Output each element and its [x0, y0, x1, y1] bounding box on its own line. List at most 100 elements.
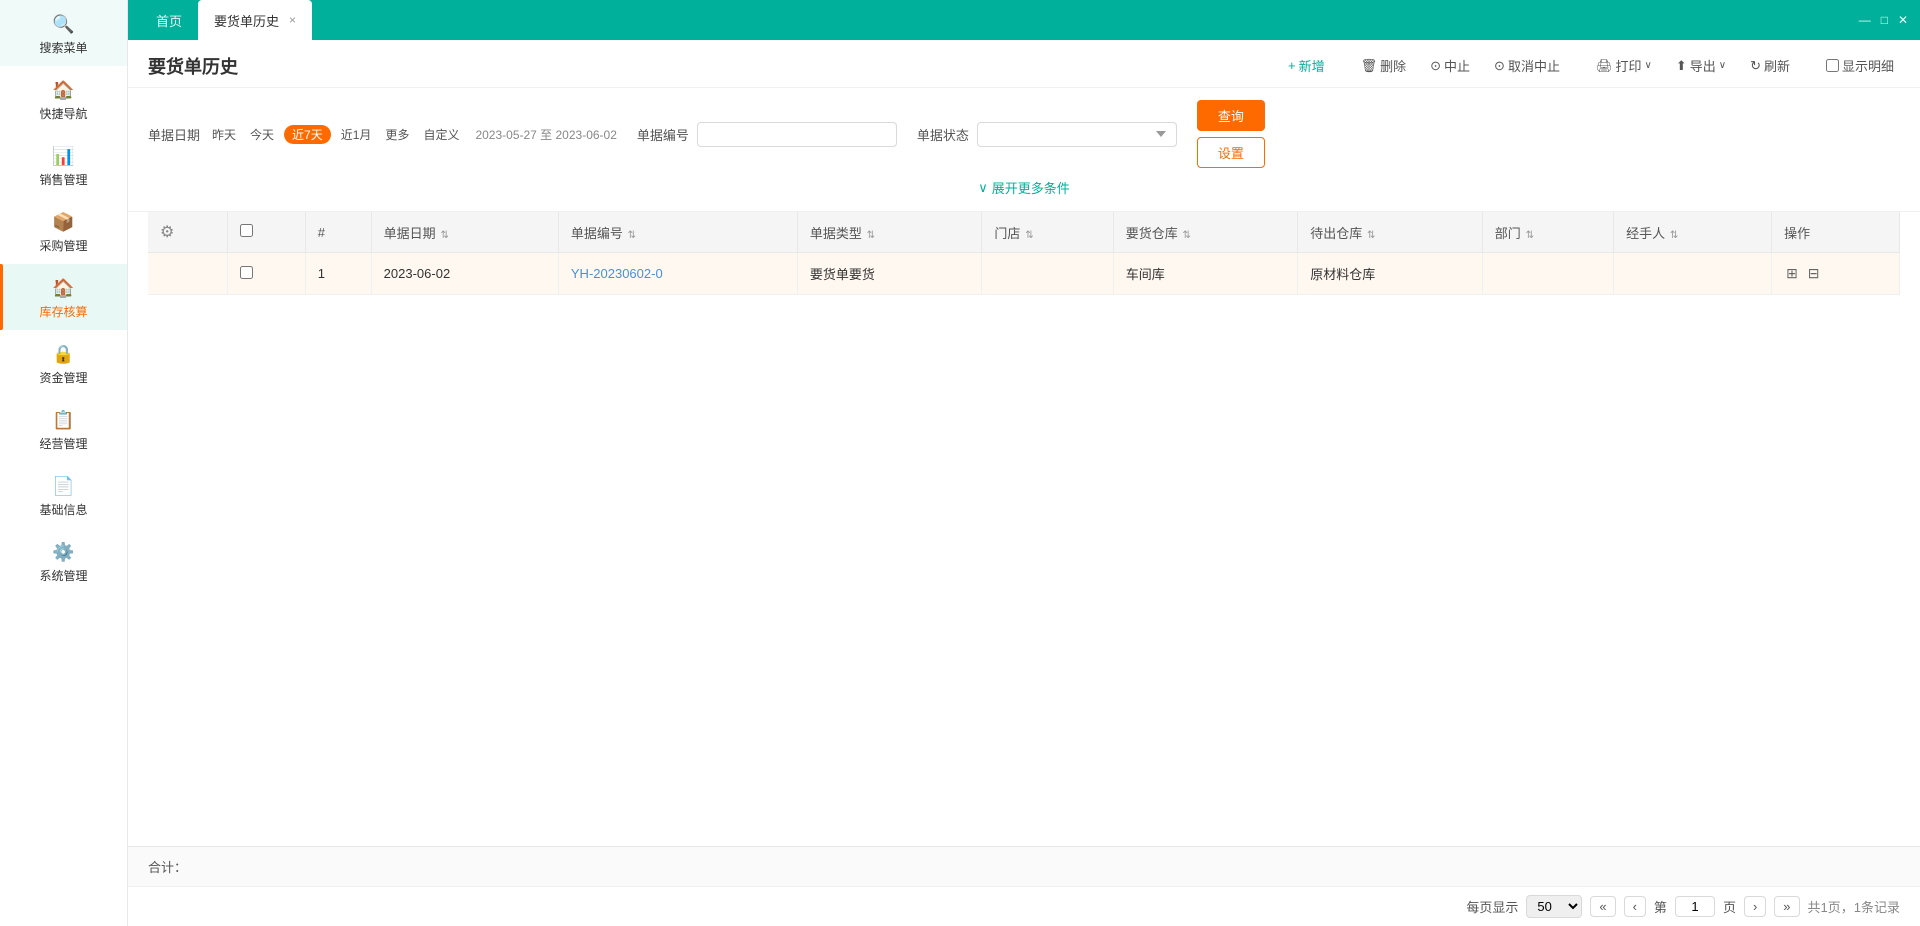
data-table: ⚙ #单据日期 ⇅单据编号 ⇅单据类型 ⇅门店 ⇅要货仓库 ⇅待出仓库 ⇅部门 ⇅… [148, 212, 1900, 295]
action-label-export: 导出 [1690, 56, 1716, 75]
action-label-print: 打印 [1615, 56, 1641, 75]
col-header-department[interactable]: 部门 ⇅ [1482, 212, 1613, 253]
action-btn-delete[interactable]: 🗑删除 [1355, 52, 1413, 79]
view-btn[interactable]: ⊞ [1784, 263, 1800, 284]
sales-icon: 📊 [52, 146, 74, 167]
quick-nav-icon: 🏠 [52, 80, 74, 101]
sidebar-item-finance[interactable]: 🔒 资金管理 [0, 330, 127, 396]
total-info: 共1页，1条记录 [1808, 897, 1900, 916]
last-page-btn[interactable]: » [1774, 896, 1799, 917]
date-btn-更多[interactable]: 更多 [381, 125, 413, 144]
setting-button[interactable]: 设置 [1197, 137, 1265, 168]
page-size-select[interactable]: 2050100200 [1526, 895, 1582, 918]
select-all-checkbox[interactable] [240, 224, 253, 237]
action-btn-cancel-stop[interactable]: ⊙取消中止 [1488, 52, 1566, 79]
search-menu-icon: 🔍 [52, 14, 74, 35]
action-btn-refresh[interactable]: ↻刷新 [1744, 52, 1796, 79]
display-cells-checkbox[interactable] [1826, 59, 1839, 72]
purchase-icon: 📦 [52, 212, 74, 233]
col-header-settings: ⚙ [148, 212, 227, 253]
topbar: 首页要货单历史 × — □ ✕ [128, 0, 1920, 40]
tab-home[interactable]: 首页 [140, 0, 198, 40]
action-label-refresh: 刷新 [1764, 56, 1790, 75]
sidebar-item-search-menu[interactable]: 🔍 搜索菜单 [0, 0, 127, 66]
cancel-stop-icon: ⊙ [1494, 58, 1505, 74]
sidebar-item-sales[interactable]: 📊 销售管理 [0, 132, 127, 198]
sidebar-item-label-finance: 资金管理 [39, 369, 87, 386]
tab-requisition-history[interactable]: 要货单历史 × [198, 0, 312, 40]
sidebar-item-purchase[interactable]: 📦采购管理 [0, 198, 127, 264]
date-btn-昨天[interactable]: 昨天 [208, 125, 240, 144]
close-btn[interactable]: ✕ [1898, 13, 1908, 27]
col-header-pending_warehouse[interactable]: 待出仓库 ⇅ [1298, 212, 1483, 253]
sidebar-item-inventory[interactable]: 🏠库存核算 [0, 264, 127, 330]
sidebar-item-label-sales: 销售管理 [39, 171, 87, 188]
sort-icon-doc_type: ⇅ [864, 230, 875, 241]
cell-actions: ⊞⊟ [1772, 253, 1900, 295]
action-label-new: 新增 [1299, 56, 1325, 75]
basic-info-icon: 📄 [52, 476, 74, 497]
display-cells-label: 显示明细 [1842, 56, 1894, 75]
col-header-store[interactable]: 门店 ⇅ [982, 212, 1113, 253]
date-btn-今天[interactable]: 今天 [246, 125, 278, 144]
export-icon: ⬆ [1676, 58, 1687, 74]
filter-area: 单据日期 昨天今天近7天近1月更多自定义 2023-05-27 至 2023-0… [128, 88, 1920, 212]
query-button[interactable]: 查询 [1197, 100, 1265, 131]
expand-more-btn[interactable]: ∨ 展开更多条件 [148, 176, 1900, 199]
col-header-doc_type[interactable]: 单据类型 ⇅ [797, 212, 982, 253]
sidebar-item-operations[interactable]: 📋经营管理 [0, 396, 127, 462]
col-header-checkbox [227, 212, 305, 253]
export-arrow-icon: ∨ [1719, 60, 1726, 71]
date-btn-近7天[interactable]: 近7天 [284, 125, 331, 144]
action-btn-new[interactable]: +新增 [1282, 52, 1331, 79]
cell-settings [148, 253, 227, 295]
print-arrow-icon: ∨ [1644, 60, 1651, 71]
page-title: 要货单历史 [148, 53, 1282, 79]
expand-icon: ∨ [978, 180, 988, 196]
action-btn-display-cells[interactable]: 显示明细 [1820, 52, 1900, 79]
date-btn-自定义[interactable]: 自定义 [419, 125, 463, 144]
sidebar-item-label-basic-info: 基础信息 [39, 501, 87, 518]
date-btn-近1月[interactable]: 近1月 [337, 125, 376, 144]
row-checkbox[interactable] [240, 266, 253, 279]
sidebar-item-system[interactable]: ⚙️系统管理 [0, 528, 127, 594]
maximize-btn[interactable]: □ [1881, 13, 1888, 27]
col-header-doc_date[interactable]: 单据日期 ⇅ [371, 212, 558, 253]
sort-icon-pending_warehouse: ⇅ [1364, 230, 1375, 241]
doc-no-link[interactable]: YH-20230602-0 [571, 266, 663, 281]
row-actions: ⊞⊟ [1784, 263, 1887, 284]
finance-icon: 🔒 [52, 344, 74, 365]
cell-doc_date: 2023-06-02 [371, 253, 558, 295]
docno-input[interactable] [697, 122, 897, 147]
sidebar-item-quick-nav[interactable]: 🏠 快捷导航 [0, 66, 127, 132]
col-header-num: # [305, 212, 371, 253]
filter-row-1: 单据日期 昨天今天近7天近1月更多自定义 2023-05-27 至 2023-0… [148, 100, 1900, 168]
action-btn-stop[interactable]: ⊙中止 [1424, 52, 1476, 79]
more-btn[interactable]: ⊟ [1806, 263, 1822, 284]
tab-close-requisition-history[interactable]: × [289, 13, 296, 27]
sidebar-item-label-operations: 经营管理 [39, 435, 87, 452]
action-label-stop: 中止 [1444, 56, 1470, 75]
minimize-btn[interactable]: — [1859, 13, 1871, 27]
prev-page-btn[interactable]: ‹ [1624, 896, 1646, 917]
action-btn-export[interactable]: ⬆导出 ∨ [1670, 52, 1732, 79]
cell-num: 1 [305, 253, 371, 295]
refresh-icon: ↻ [1750, 58, 1761, 74]
action-btn-print[interactable]: 🖨打印 ∨ [1590, 52, 1658, 79]
sidebar-item-basic-info[interactable]: 📄 基础信息 [0, 462, 127, 528]
cell-pending_warehouse: 原材料仓库 [1298, 253, 1483, 295]
tab-label-requisition-history: 要货单历史 [214, 11, 279, 30]
status-select[interactable] [977, 122, 1177, 147]
sidebar-item-label-quick-nav: 快捷导航 [39, 105, 87, 122]
first-page-btn[interactable]: « [1590, 896, 1615, 917]
next-page-btn[interactable]: › [1744, 896, 1766, 917]
col-header-handler[interactable]: 经手人 ⇅ [1614, 212, 1772, 253]
active-indicator [0, 264, 3, 330]
action-label-delete: 删除 [1380, 56, 1406, 75]
cell-req_warehouse: 车间库 [1113, 253, 1298, 295]
settings-icon[interactable]: ⚙ [160, 224, 174, 241]
sidebar-item-label-search-menu: 搜索菜单 [39, 39, 87, 56]
col-header-req_warehouse[interactable]: 要货仓库 ⇅ [1113, 212, 1298, 253]
col-header-doc_no[interactable]: 单据编号 ⇅ [558, 212, 797, 253]
page-input[interactable] [1675, 896, 1715, 917]
